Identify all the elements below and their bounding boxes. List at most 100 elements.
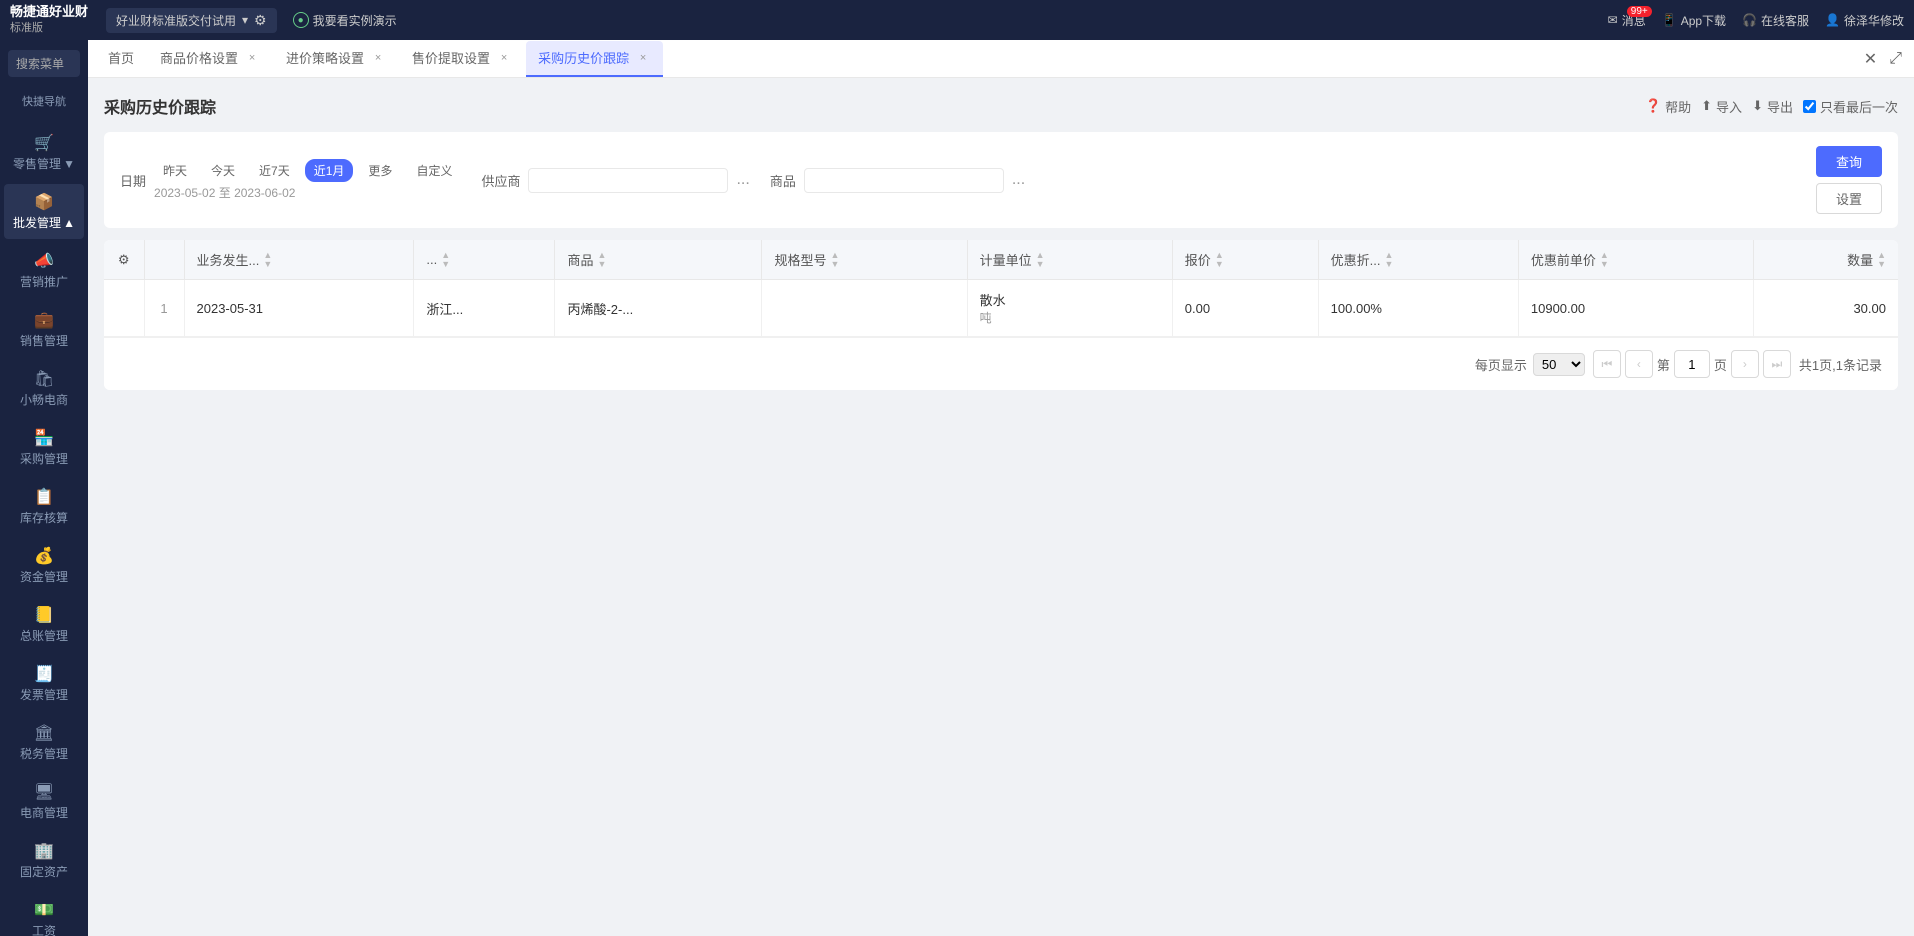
user-btn[interactable]: 👤 徐泽华修改 [1825, 12, 1904, 29]
only-last-checkbox[interactable] [1803, 100, 1816, 113]
sort-arrows-goods: ▲▼ [597, 251, 606, 269]
th-discount[interactable]: 优惠折... ▲▼ [1318, 240, 1518, 280]
sidebar-item-payroll[interactable]: 💵 工资 [4, 892, 84, 936]
sidebar-item-label-tax: 税务管理 [20, 745, 68, 762]
th-extra[interactable]: ... ▲▼ [414, 240, 555, 280]
goods-dots[interactable]: ... [1012, 171, 1025, 189]
sidebar-item-finance[interactable]: 💰 资金管理 [4, 538, 84, 593]
sidebar-item-label-finance: 资金管理 [20, 568, 68, 585]
th-goods[interactable]: 商品 ▲▼ [555, 240, 762, 280]
th-biz-date[interactable]: 业务发生... ▲▼ [184, 240, 414, 280]
tab-close-goods-price[interactable]: × [244, 50, 260, 66]
date-btn-more[interactable]: 更多 [359, 159, 401, 182]
sidebar-item-label-inventory: 库存核算 [20, 509, 68, 526]
sidebar-item-assets[interactable]: 🏢 固定资产 [4, 833, 84, 888]
sidebar-item-label-purchase: 采购管理 [20, 450, 68, 467]
td-quote: 0.00 [1172, 280, 1318, 337]
last-page-btn[interactable]: ⏭ [1763, 350, 1791, 378]
per-page-select[interactable]: 50 100 200 [1533, 353, 1585, 376]
date-btn-yesterday[interactable]: 昨天 [154, 159, 196, 182]
date-btn-7days[interactable]: 近7天 [250, 159, 299, 182]
sidebar-item-ecommerce-small[interactable]: 🛍 小畅电商 [4, 361, 84, 416]
td-discount: 100.00% [1318, 280, 1518, 337]
sort-arrows-quote: ▲▼ [1215, 251, 1224, 269]
messages-btn[interactable]: ✉ 消息 99+ [1608, 12, 1646, 29]
sidebar-item-label-retail: 零售管理 [13, 155, 61, 172]
date-btn-custom[interactable]: 自定义 [407, 159, 461, 182]
prev-page-btn[interactable]: ‹ [1625, 350, 1653, 378]
ecommerce-icon: 🖥 [34, 782, 54, 802]
date-btn-today[interactable]: 今天 [202, 159, 244, 182]
tab-purchase-strategy[interactable]: 进价策略设置 × [274, 41, 398, 77]
date-btn-1month[interactable]: 近1月 [305, 159, 354, 182]
sort-arrows-unit: ▲▼ [1036, 251, 1045, 269]
sidebar-search[interactable]: 搜索菜单 [0, 40, 88, 87]
page-actions: ❓ 帮助 ⬆ 导入 ⬇ 导出 只看最后一次 [1645, 97, 1898, 116]
sidebar-item-ledger[interactable]: 📒 总账管理 [4, 597, 84, 652]
td-extra: 浙江... [414, 280, 555, 337]
tab-close-price-extract[interactable]: × [496, 50, 512, 66]
td-index: 1 [144, 280, 184, 337]
gear-icon[interactable]: ⚙ [254, 12, 267, 29]
import-btn[interactable]: ⬆ 导入 [1701, 97, 1742, 116]
tab-close-purchase-strategy[interactable]: × [370, 50, 386, 66]
tab-price-extract[interactable]: 售价提取设置 × [400, 41, 524, 77]
sidebar-item-invoice[interactable]: 🧾 发票管理 [4, 656, 84, 711]
tab-home[interactable]: 首页 [96, 41, 146, 77]
settings-btn[interactable]: 设置 [1816, 183, 1882, 214]
sidebar-item-label-assets: 固定资产 [20, 863, 68, 880]
marketing-icon: 📣 [34, 251, 54, 271]
demo-btn[interactable]: ● 我要看实例演示 [293, 12, 397, 29]
sidebar-quick-nav[interactable]: 快捷导航 [0, 87, 88, 115]
tab-close-btn[interactable]: ✕ [1860, 47, 1881, 71]
sidebar-item-inventory[interactable]: 📋 库存核算 [4, 479, 84, 534]
tab-maximize-btn[interactable]: ⤢ [1885, 48, 1906, 70]
sidebar-item-marketing[interactable]: 📣 营销推广 [4, 243, 84, 298]
sidebar-item-wholesale[interactable]: 📦 批发管理 ▲ [4, 184, 84, 239]
only-last-checkbox-wrap[interactable]: 只看最后一次 [1803, 97, 1898, 116]
sort-arrows-quantity: ▲▼ [1877, 251, 1886, 269]
export-btn[interactable]: ⬇ 导出 [1752, 97, 1793, 116]
sidebar-item-label-invoice: 发票管理 [20, 686, 68, 703]
page-input[interactable] [1674, 350, 1710, 378]
ecommerce-small-icon: 🛍 [34, 369, 54, 389]
help-btn[interactable]: ❓ 帮助 [1645, 97, 1691, 116]
page-title: 采购历史价跟踪 [104, 94, 216, 118]
date-options: 昨天 今天 近7天 近1月 更多 自定义 2023-05-02 至 2023-0… [154, 159, 461, 201]
version-selector[interactable]: 好业财标准版交付试用 ▾ ⚙ [106, 8, 277, 33]
phone-icon: 📱 [1662, 13, 1677, 27]
th-quantity[interactable]: 数量 ▲▼ [1753, 240, 1898, 280]
th-unit[interactable]: 计量单位 ▲▼ [967, 240, 1172, 280]
tab-purchase-history[interactable]: 采购历史价跟踪 × [526, 41, 663, 77]
first-page-btn[interactable]: ⏮ [1593, 350, 1621, 378]
sort-arrows-extra: ▲▼ [441, 251, 450, 269]
messages-badge: 99+ [1627, 6, 1652, 17]
next-page-btn[interactable]: › [1731, 350, 1759, 378]
th-quote[interactable]: 报价 ▲▼ [1172, 240, 1318, 280]
supplier-input[interactable] [528, 168, 728, 193]
filter-supplier: 供应商 ... [481, 168, 749, 193]
app-download-btn[interactable]: 📱 App下载 [1662, 12, 1726, 29]
tab-goods-price[interactable]: 商品价格设置 × [148, 41, 272, 77]
th-spec[interactable]: 规格型号 ▲▼ [762, 240, 967, 280]
sidebar-item-label-payroll: 工资 [32, 922, 56, 936]
content-area: 首页 商品价格设置 × 进价策略设置 × 售价提取设置 × 采购历史价跟踪 × … [88, 40, 1914, 936]
sidebar-item-purchase[interactable]: 🏪 采购管理 [4, 420, 84, 475]
tab-purchase-history-label: 采购历史价跟踪 [538, 48, 629, 67]
sort-arrows-biz-date: ▲▼ [263, 251, 272, 269]
sidebar-item-retail[interactable]: 🛒 零售管理 ▼ [4, 125, 84, 180]
tab-close-purchase-history[interactable]: × [635, 50, 651, 66]
gear-icon-th: ⚙ [118, 252, 130, 267]
user-label: 徐泽华修改 [1844, 12, 1904, 29]
search-menu-btn[interactable]: 搜索菜单 [8, 50, 80, 77]
online-service-btn[interactable]: 🎧 在线客服 [1742, 12, 1809, 29]
query-btn[interactable]: 查询 [1816, 146, 1882, 177]
date-options-row: 昨天 今天 近7天 近1月 更多 自定义 [154, 159, 461, 182]
retail-icon: 🛒 [34, 133, 54, 153]
sidebar-item-sales[interactable]: 💼 销售管理 [4, 302, 84, 357]
goods-input[interactable] [804, 168, 1004, 193]
th-price-before[interactable]: 优惠前单价 ▲▼ [1518, 240, 1753, 280]
sidebar-item-tax[interactable]: 🏛 税务管理 [4, 715, 84, 770]
sidebar-item-ecommerce[interactable]: 🖥 电商管理 [4, 774, 84, 829]
supplier-dots[interactable]: ... [736, 171, 749, 189]
